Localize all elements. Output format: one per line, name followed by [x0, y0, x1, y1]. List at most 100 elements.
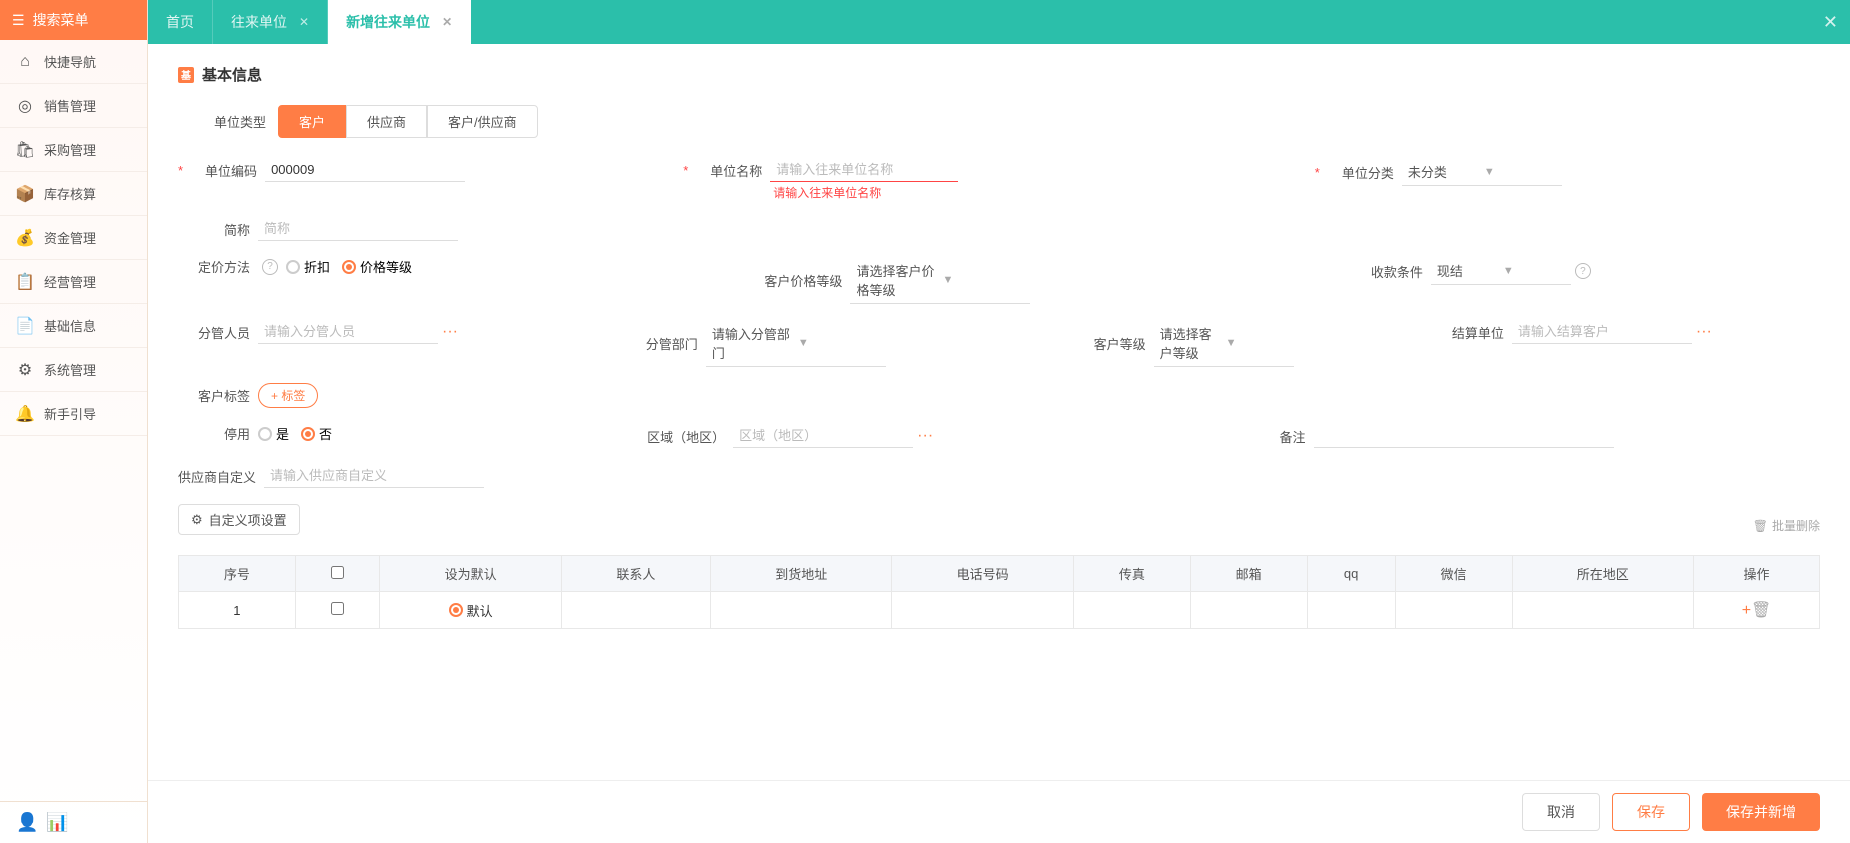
del-row-btn[interactable]: 🗑	[1751, 600, 1771, 620]
required-star: *	[178, 163, 183, 178]
sidebar-item-finance[interactable]: 💰资金管理	[0, 216, 147, 260]
action-bar: 取消 保存 保存并新增	[148, 780, 1850, 843]
row-checkbox[interactable]	[331, 602, 344, 615]
sidebar: ☰ 搜索菜单 ⌂快捷导航◎销售管理🛍采购管理📦库存核算💰资金管理 📋 经营管理 📄基础…	[0, 0, 148, 843]
batch-delete-btn[interactable]: 🗑 批量删除	[1753, 517, 1820, 534]
remarks-label: 备注	[1234, 427, 1314, 446]
payment-terms-select[interactable]: 现结 ▼	[1431, 257, 1571, 285]
table-col-8: qq	[1307, 556, 1395, 592]
cancel-button[interactable]: 取消	[1522, 793, 1600, 831]
close-all-tabs[interactable]: ✕	[1823, 12, 1838, 33]
sidebar-label-finance: 资金管理	[44, 228, 96, 247]
table-col-5: 电话号码	[892, 556, 1073, 592]
row-manager: 分管人员 ··· 分管部门 请输入分管部门 ▼ 客户等级 请选择客户等级 ▼	[178, 320, 1820, 367]
tab-label-new-contact: 新增往来单位	[346, 12, 430, 32]
unit-category-select[interactable]: 未分类 ▼	[1402, 158, 1562, 186]
sidebar-label-system: 系统管理	[44, 360, 96, 379]
section-icon: 基	[178, 67, 194, 83]
table-col-6: 传真	[1073, 556, 1190, 592]
chevron-down-icon-payment: ▼	[1503, 265, 1565, 277]
unit-name-error: 请输入往来单位名称	[773, 184, 881, 201]
sidebar-item-quick-nav[interactable]: ⌂快捷导航	[0, 40, 147, 84]
sidebar-item-inventory[interactable]: 📦库存核算	[0, 172, 147, 216]
region-label: 区域（地区）	[647, 427, 733, 446]
radio-no-label: 否	[319, 424, 332, 443]
required-star-cat: *	[1315, 165, 1320, 180]
question-icon-payment[interactable]: ?	[1575, 263, 1591, 279]
remarks-input[interactable]	[1314, 424, 1614, 448]
field-manager: 分管人员 ···	[178, 320, 626, 344]
department-label: 分管部门	[626, 334, 706, 353]
customer-price-select[interactable]: 请选择客户价格等级 ▼	[850, 257, 1030, 304]
form-area: 基 基本信息 单位类型 客户供应商客户/供应商 * 单位编码 * 单位名称	[148, 44, 1850, 780]
sidebar-icon-operations: 📋	[16, 273, 34, 291]
department-select[interactable]: 请输入分管部门 ▼	[706, 320, 886, 367]
table-cell-0-10	[1512, 592, 1693, 629]
sidebar-label-inventory: 库存核算	[44, 184, 96, 203]
settlement-unit-input[interactable]	[1512, 320, 1692, 344]
table-section: ⚙ 自定义项设置 🗑 批量删除 序号设为默认联系人到货地址电话号码传真邮箱qq微…	[178, 504, 1820, 629]
manager-input[interactable]	[258, 320, 438, 344]
sidebar-icon-guide: 🔔	[16, 405, 34, 423]
add-tag-btn[interactable]: + 标签	[258, 383, 318, 408]
radio-discount[interactable]: 折扣	[286, 257, 330, 276]
default-radio-cell[interactable]: 默认	[390, 601, 550, 620]
save-new-button[interactable]: 保存并新增	[1702, 793, 1820, 831]
sidebar-item-basic-info[interactable]: 📄基础信息	[0, 304, 147, 348]
tab-contacts[interactable]: 往来单位✕	[213, 0, 328, 44]
table-col-7: 邮箱	[1190, 556, 1307, 592]
manager-more-btn[interactable]: ···	[442, 323, 458, 341]
sidebar-item-sales[interactable]: ◎销售管理	[0, 84, 147, 128]
radio-no-circle	[301, 427, 315, 441]
supplier-custom-input[interactable]	[264, 464, 484, 488]
table-col-10: 所在地区	[1512, 556, 1693, 592]
unit-type-buttons: 客户供应商客户/供应商	[278, 105, 538, 138]
sidebar-item-system[interactable]: ⚙系统管理	[0, 348, 147, 392]
unit-name-input[interactable]	[770, 158, 958, 182]
sidebar-item-guide[interactable]: 🔔新手引导	[0, 392, 147, 436]
contacts-table: 序号设为默认联系人到货地址电话号码传真邮箱qq微信所在地区操作 1默认+🗑	[178, 555, 1820, 629]
tab-close-contacts[interactable]: ✕	[299, 15, 309, 29]
radio-price-level[interactable]: 价格等级	[342, 257, 412, 276]
question-icon-pricing[interactable]: ?	[262, 259, 278, 275]
customer-level-select[interactable]: 请选择客户等级 ▼	[1154, 320, 1294, 367]
radio-no[interactable]: 否	[301, 424, 332, 443]
unit-type-btn-supplier[interactable]: 供应商	[346, 105, 427, 138]
sidebar-item-operations[interactable]: 📋 经营管理	[0, 260, 147, 304]
add-row-btn[interactable]: +	[1742, 602, 1751, 620]
sidebar-label-operations: 经营管理	[44, 272, 96, 291]
customer-level-placeholder: 请选择客户等级	[1160, 324, 1222, 362]
tab-home[interactable]: 首页	[148, 0, 213, 44]
custom-settings-btn[interactable]: ⚙ 自定义项设置	[178, 504, 300, 535]
sidebar-search[interactable]: ☰ 搜索菜单	[0, 0, 147, 40]
tab-label-home: 首页	[166, 12, 194, 32]
unit-type-label: 单位类型	[178, 112, 278, 131]
radio-yes[interactable]: 是	[258, 424, 289, 443]
select-all-checkbox[interactable]	[331, 566, 344, 579]
row-disabled-region: 停用 是 否 区域（地区） ···	[178, 424, 1820, 448]
field-shortname: 简称	[178, 217, 683, 241]
sidebar-item-purchase[interactable]: 🛍采购管理	[0, 128, 147, 172]
field-customer-tag: 客户标签 + 标签	[178, 383, 1820, 408]
region-more-btn[interactable]: ···	[917, 427, 933, 445]
save-button[interactable]: 保存	[1612, 793, 1690, 831]
tab-close-new-contact[interactable]: ✕	[442, 15, 452, 29]
region-input[interactable]	[733, 424, 913, 448]
unit-type-row: 单位类型 客户供应商客户/供应商	[178, 105, 1820, 138]
unit-type-btn-customer[interactable]: 客户	[278, 105, 346, 138]
table-row: 1默认+🗑	[179, 592, 1820, 629]
settlement-more-btn[interactable]: ···	[1696, 323, 1712, 341]
sidebar-label-sales: 销售管理	[44, 96, 96, 115]
unit-type-btn-both[interactable]: 客户/供应商	[427, 105, 538, 138]
table-cell-0-11: +🗑	[1694, 592, 1820, 629]
settlement-unit-label: 结算单位	[1432, 323, 1512, 342]
radio-price-level-label: 价格等级	[360, 257, 412, 276]
unit-code-input[interactable]	[265, 158, 465, 182]
chevron-down-icon-dept: ▼	[798, 337, 880, 349]
batch-delete-label: 批量删除	[1772, 517, 1820, 534]
shortname-input[interactable]	[258, 217, 458, 241]
field-pricing-method: 定价方法 ? 折扣 价格等级	[178, 257, 764, 276]
table-cell-0-5	[892, 592, 1073, 629]
tab-new-contact[interactable]: 新增往来单位 ✕	[328, 0, 471, 44]
manager-label: 分管人员	[178, 323, 258, 342]
